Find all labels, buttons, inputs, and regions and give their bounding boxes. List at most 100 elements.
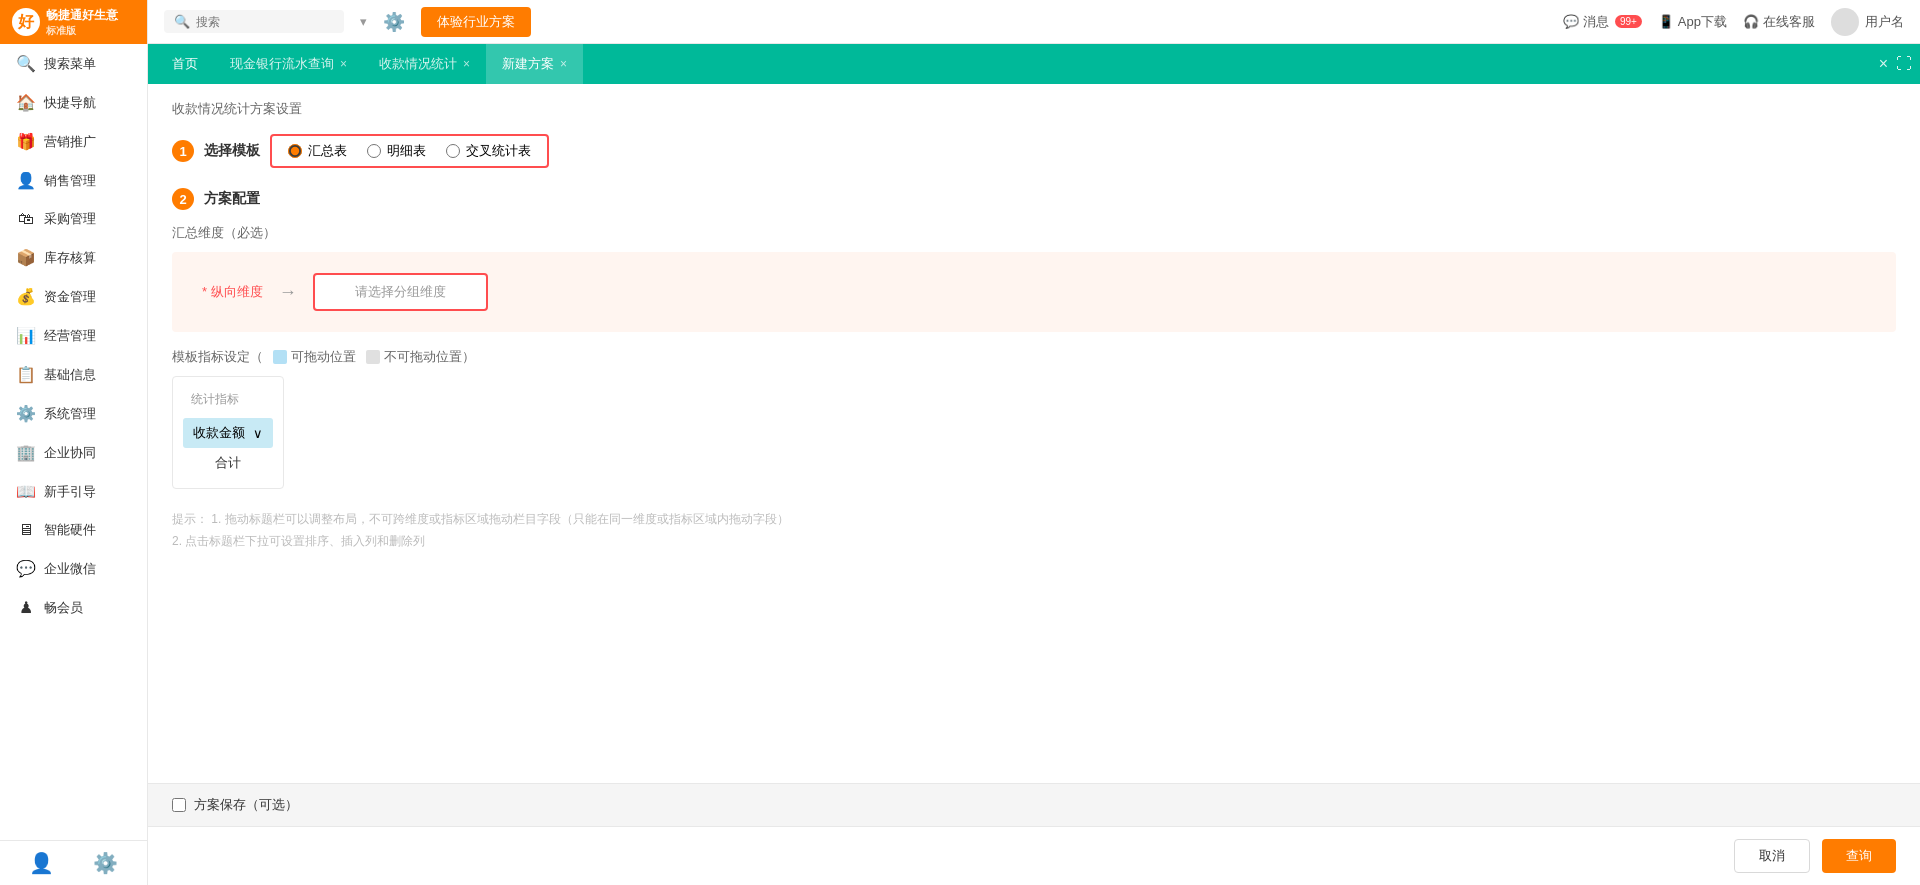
sidebar-item-label: 智能硬件 bbox=[44, 521, 96, 539]
sidebar-item-search[interactable]: 🔍 搜索菜单 bbox=[0, 44, 147, 83]
tab-receipts-close[interactable]: × bbox=[463, 57, 470, 71]
sidebar-item-label: 企业协同 bbox=[44, 444, 96, 462]
sidebar-item-basic[interactable]: 📋 基础信息 bbox=[0, 355, 147, 394]
step1-section: 1 选择模板 汇总表 明细表 bbox=[172, 134, 1896, 168]
stats-section: 统计指标 收款金额 ∨ 合计 bbox=[172, 376, 284, 489]
topbar-user[interactable]: 用户名 bbox=[1831, 8, 1904, 36]
cancel-button[interactable]: 取消 bbox=[1734, 839, 1810, 873]
member-icon: ♟ bbox=[16, 598, 36, 617]
sidebar-item-corp[interactable]: 🏢 企业协同 bbox=[0, 433, 147, 472]
sidebar-item-inventory[interactable]: 📦 库存核算 bbox=[0, 238, 147, 277]
tab-close-all-icon[interactable]: × bbox=[1879, 55, 1888, 73]
tab-bank-label: 现金银行流水查询 bbox=[230, 55, 334, 73]
topbar-gear-icon[interactable]: ⚙️ bbox=[383, 11, 405, 33]
tips-section: 提示： 1. 拖动标题栏可以调整布局，不可跨维度或指标区域拖动栏目字段（只能在同… bbox=[172, 509, 1896, 552]
radio-cross-label: 交叉统计表 bbox=[466, 142, 531, 160]
tab-bank[interactable]: 现金银行流水查询 × bbox=[214, 44, 363, 84]
logo-icon: 好 bbox=[12, 8, 40, 36]
sidebar-item-business[interactable]: 📊 经营管理 bbox=[0, 316, 147, 355]
step2-section: 2 方案配置 汇总维度（必选） * 纵向维度 → 请选择分组维度 bbox=[172, 188, 1896, 552]
topbar-app[interactable]: 📱 App下载 bbox=[1658, 13, 1727, 31]
tab-home[interactable]: 首页 bbox=[156, 55, 214, 73]
sidebar-item-label: 经营管理 bbox=[44, 327, 96, 345]
topbar: 🔍 ▾ ⚙️ 体验行业方案 💬 消息 99+ 📱 App下载 🎧 在线客服 用户… bbox=[148, 0, 1920, 44]
trial-button[interactable]: 体验行业方案 bbox=[421, 7, 531, 37]
topbar-right: 💬 消息 99+ 📱 App下载 🎧 在线客服 用户名 bbox=[1563, 8, 1904, 36]
sidebar-item-label: 营销推广 bbox=[44, 133, 96, 151]
sidebar-item-label: 畅会员 bbox=[44, 599, 83, 617]
sidebar-logo: 好 畅捷通好生意 标准版 bbox=[0, 0, 147, 44]
home-icon: 🏠 bbox=[16, 93, 36, 112]
sidebar-item-label: 采购管理 bbox=[44, 210, 96, 228]
sidebar-item-member[interactable]: ♟ 畅会员 bbox=[0, 588, 147, 627]
message-icon: 💬 bbox=[1563, 14, 1579, 29]
headset-icon: 🎧 bbox=[1743, 14, 1759, 29]
tab-receipts[interactable]: 收款情况统计 × bbox=[363, 44, 486, 84]
metrics-non-draggable-indicator: 不可拖动位置） bbox=[366, 348, 475, 366]
logo-text-block: 畅捷通好生意 标准版 bbox=[46, 7, 118, 38]
sidebar-item-label: 搜索菜单 bbox=[44, 55, 96, 73]
bag-icon: 🛍 bbox=[16, 210, 36, 228]
dimension-area: * 纵向维度 → 请选择分组维度 bbox=[172, 252, 1896, 332]
non-draggable-color-swatch bbox=[366, 350, 380, 364]
settings-bottom-icon: ⚙️ bbox=[93, 851, 118, 875]
radio-detail[interactable]: 明细表 bbox=[367, 142, 426, 160]
step1-title: 选择模板 bbox=[204, 142, 260, 160]
sidebar-item-label: 库存核算 bbox=[44, 249, 96, 267]
footer-bar: 取消 查询 bbox=[148, 826, 1920, 885]
search-icon: 🔍 bbox=[16, 54, 36, 73]
save-checkbox[interactable] bbox=[172, 798, 186, 812]
sidebar-item-wechat[interactable]: 💬 企业微信 bbox=[0, 549, 147, 588]
stats-card-arrow-icon: ∨ bbox=[253, 426, 263, 441]
sidebar-item-purchase[interactable]: 🛍 采购管理 bbox=[0, 200, 147, 238]
box-icon: 📦 bbox=[16, 248, 36, 267]
non-draggable-label: 不可拖动位置） bbox=[384, 348, 475, 366]
building-icon: 🏢 bbox=[16, 443, 36, 462]
app-icon: 📱 bbox=[1658, 14, 1674, 29]
topbar-search-box[interactable]: 🔍 bbox=[164, 10, 344, 33]
dimension-label: 汇总维度（必选） bbox=[172, 224, 1896, 242]
tab-new[interactable]: 新建方案 × bbox=[486, 44, 583, 84]
topbar-search-icon: 🔍 bbox=[174, 14, 190, 29]
radio-cross[interactable]: 交叉统计表 bbox=[446, 142, 531, 160]
tab-bank-close[interactable]: × bbox=[340, 57, 347, 71]
metrics-label-prefix: 模板指标设定（ bbox=[172, 348, 263, 366]
topbar-service[interactable]: 🎧 在线客服 bbox=[1743, 13, 1815, 31]
tip-line2: 2. 点击标题栏下拉可设置排序、插入列和删除列 bbox=[172, 531, 1896, 553]
dimension-arrow: → bbox=[279, 282, 297, 303]
template-radio-group: 汇总表 明细表 交叉统计表 bbox=[288, 142, 531, 160]
dimension-select[interactable]: 请选择分组维度 bbox=[313, 273, 488, 311]
sidebar-item-marketing[interactable]: 🎁 营销推广 bbox=[0, 122, 147, 161]
step2-title: 方案配置 bbox=[204, 190, 260, 208]
sidebar-item-guide[interactable]: 📖 新手引导 bbox=[0, 472, 147, 511]
radio-cross-input[interactable] bbox=[446, 144, 460, 158]
search-input[interactable] bbox=[196, 15, 316, 29]
page-title: 收款情况统计方案设置 bbox=[172, 100, 1896, 118]
topbar-message[interactable]: 💬 消息 99+ bbox=[1563, 13, 1642, 31]
sidebar-item-quicknav[interactable]: 🏠 快捷导航 bbox=[0, 83, 147, 122]
metrics-header: 模板指标设定（ 可拖动位置 不可拖动位置） bbox=[172, 348, 1896, 366]
radio-detail-input[interactable] bbox=[367, 144, 381, 158]
user-name: 用户名 bbox=[1865, 13, 1904, 31]
sidebar-item-system[interactable]: ⚙️ 系统管理 bbox=[0, 394, 147, 433]
main-area: 🔍 ▾ ⚙️ 体验行业方案 💬 消息 99+ 📱 App下载 🎧 在线客服 用户… bbox=[148, 0, 1920, 885]
radio-summary-input[interactable] bbox=[288, 144, 302, 158]
page-content: 收款情况统计方案设置 1 选择模板 汇总表 bbox=[148, 84, 1920, 783]
logo-text: 畅捷通好生意 bbox=[46, 7, 118, 24]
radio-summary-label: 汇总表 bbox=[308, 142, 347, 160]
sidebar-bottom-settings[interactable]: ⚙️ bbox=[93, 851, 118, 875]
sidebar-item-finance[interactable]: 💰 资金管理 bbox=[0, 277, 147, 316]
dimension-row: * 纵向维度 → 请选择分组维度 bbox=[202, 273, 488, 311]
radio-summary[interactable]: 汇总表 bbox=[288, 142, 347, 160]
query-button[interactable]: 查询 bbox=[1822, 839, 1896, 873]
tab-maximize-icon[interactable]: ⛶ bbox=[1896, 55, 1912, 73]
sidebar-bottom-user[interactable]: 👤 bbox=[29, 851, 54, 875]
tab-new-close[interactable]: × bbox=[560, 57, 567, 71]
sidebar-item-hardware[interactable]: 🖥 智能硬件 bbox=[0, 511, 147, 549]
tabs-bar: 首页 现金银行流水查询 × 收款情况统计 × 新建方案 × × ⛶ bbox=[148, 44, 1920, 84]
chart-icon: 📊 bbox=[16, 326, 36, 345]
draggable-label: 可拖动位置 bbox=[291, 348, 356, 366]
stats-card-amount[interactable]: 收款金额 ∨ bbox=[183, 418, 273, 448]
sidebar-item-sales[interactable]: 👤 销售管理 bbox=[0, 161, 147, 200]
topbar-chevron-icon[interactable]: ▾ bbox=[360, 14, 367, 29]
